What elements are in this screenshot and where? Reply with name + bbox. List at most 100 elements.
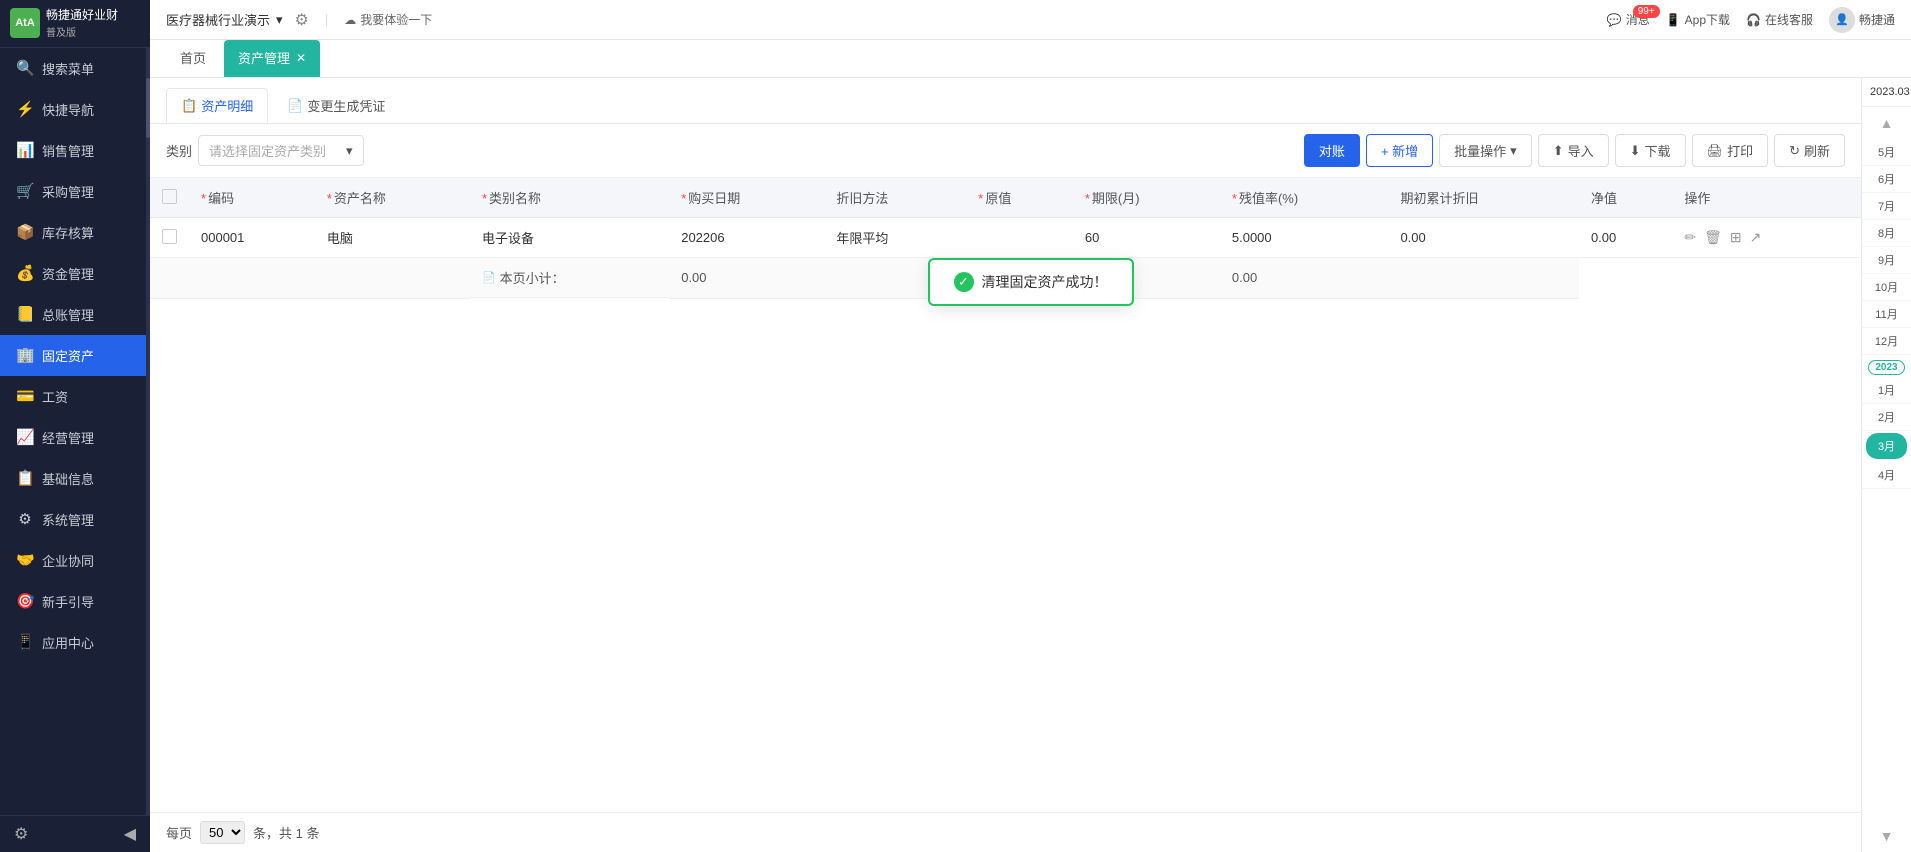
tab-asset-mgmt-close[interactable]: ✕: [296, 51, 306, 65]
header-checkbox[interactable]: [162, 189, 177, 204]
table-header-row: *编码 *资产名称 *类别名称 *购买日期 折旧方法 *原值 *期限(月) *残…: [150, 178, 1861, 218]
panel-month-2022-5月[interactable]: 5月: [1862, 139, 1911, 166]
toolbar: 类别 请选择固定资产类别 ▾ 对账 + 新增 批量操作 ▾: [150, 124, 1861, 178]
per-page-select[interactable]: 50: [200, 821, 245, 844]
sidebar-icon-quick-nav: ⚡: [16, 100, 34, 118]
topbar-gear-icon[interactable]: ⚙: [295, 10, 309, 30]
settings-icon[interactable]: ⚙: [14, 824, 28, 844]
company-selector[interactable]: 医疗器械行业演示 ▾: [166, 10, 283, 29]
header-checkbox-cell: [150, 178, 189, 218]
import-btn[interactable]: ⬆ 导入: [1538, 134, 1609, 167]
panel-up-arrow[interactable]: ▲: [1876, 111, 1898, 135]
pagination: 每页 50 条，共 1 条: [150, 812, 1861, 852]
online-service-btn[interactable]: 🎧 在线客服: [1746, 11, 1813, 28]
app-download-icon: 📱: [1666, 13, 1681, 27]
panel-month-2023-4月[interactable]: 4月: [1862, 462, 1911, 489]
category-placeholder: 请选择固定资产类别: [209, 141, 326, 160]
year-badge-2023: 2023: [1868, 360, 1904, 375]
panel-month-2022-6月[interactable]: 6月: [1862, 166, 1911, 193]
panel-month-2022-12月[interactable]: 12月: [1862, 328, 1911, 355]
logo-title: 畅捷通好业财: [46, 8, 118, 24]
success-message: 清理固定资产成功！: [982, 272, 1108, 292]
print-btn-label: 打印: [1727, 141, 1753, 160]
col-original-value: *原值: [966, 178, 1073, 218]
panel-month-2022-10月[interactable]: 10月: [1862, 274, 1911, 301]
batch-btn[interactable]: 批量操作 ▾: [1439, 134, 1532, 167]
app-download-label: App下载: [1685, 11, 1730, 28]
main-area: 医疗器械行业演示 ▾ ⚙ | ☁ 我要体验一下 💬 消息 99+ 📱 App下载…: [150, 0, 1911, 852]
reconcile-btn[interactable]: 对账: [1304, 134, 1360, 167]
cell-depreciation-0: 年限平均: [824, 218, 966, 258]
print-btn[interactable]: 🖨 打印: [1692, 134, 1769, 167]
sub-tab-change-voucher[interactable]: 📄 变更生成凭证: [272, 88, 400, 123]
sidebar-item-fixed-assets[interactable]: 🏢 固定资产: [0, 335, 146, 376]
sidebar-item-enterprise[interactable]: 🤝 企业协同: [0, 540, 146, 581]
sidebar-item-basic-info[interactable]: 📋 基础信息: [0, 458, 146, 499]
panel-month-2023-1月[interactable]: 1月: [1862, 377, 1911, 404]
sidebar-icon-guide: 🎯: [16, 592, 34, 610]
sidebar-item-payroll[interactable]: 💳 工资: [0, 376, 146, 417]
sidebar-item-system[interactable]: ⚙ 系统管理: [0, 499, 146, 540]
asset-detail-icon: 📋: [181, 98, 197, 114]
sub-tab-asset-detail[interactable]: 📋 资产明细: [166, 88, 268, 123]
sidebar-item-operations[interactable]: 📈 经营管理: [0, 417, 146, 458]
sidebar-label-payroll: 工资: [42, 387, 68, 406]
sidebar-item-ledger[interactable]: 📒 总账管理: [0, 294, 146, 335]
user-profile-btn[interactable]: 👤 畅捷通: [1829, 7, 1895, 33]
panel-month-2022-11月[interactable]: 11月: [1862, 301, 1911, 328]
sidebar-icon-ledger: 📒: [16, 305, 34, 323]
sidebar-item-purchase[interactable]: 🛒 采购管理: [0, 171, 146, 212]
batch-dropdown-icon: ▾: [1510, 143, 1517, 159]
new-btn[interactable]: + 新增: [1366, 134, 1433, 167]
panel-month-2022-7月[interactable]: 7月: [1862, 193, 1911, 220]
col-initial-accum: 期初累计折旧: [1388, 178, 1578, 218]
sidebar-item-sales[interactable]: 📊 销售管理: [0, 130, 146, 171]
tab-home[interactable]: 首页: [166, 40, 220, 77]
company-dropdown-icon: ▾: [276, 12, 283, 28]
panel-year-2023: 2023: [1862, 355, 1911, 377]
tab-asset-mgmt[interactable]: 资产管理 ✕: [224, 40, 320, 77]
delete-icon-0[interactable]: 🗑: [1704, 229, 1722, 246]
sidebar-item-quick-nav[interactable]: ⚡ 快捷导航: [0, 89, 146, 130]
sidebar-icon-system: ⚙: [16, 510, 34, 528]
experience-btn[interactable]: ☁ 我要体验一下: [344, 11, 432, 28]
topbar-right: 💬 消息 99+ 📱 App下载 🎧 在线客服 👤 畅捷通: [1607, 7, 1895, 33]
toolbar-right: 对账 + 新增 批量操作 ▾ ⬆ 导入 ⬇ 下载: [1304, 134, 1845, 167]
download-btn[interactable]: ⬇ 下载: [1615, 134, 1686, 167]
subtotal-net: 0.00: [1220, 258, 1389, 299]
col-residual-rate: *残值率(%): [1220, 178, 1389, 218]
panel-month-2023-2月[interactable]: 2月: [1862, 404, 1911, 431]
subtotal-empty-2: [189, 258, 315, 299]
sidebar-item-search[interactable]: 🔍 搜索菜单: [0, 48, 146, 89]
col-action: 操作: [1672, 178, 1861, 218]
message-badge: 99+: [1633, 5, 1660, 18]
sidebar-item-guide[interactable]: 🎯 新手引导: [0, 581, 146, 622]
copy-icon-0[interactable]: ⊞: [1730, 229, 1742, 246]
sidebar-label-system: 系统管理: [42, 510, 94, 529]
app-download-btn[interactable]: 📱 App下载: [1666, 11, 1730, 28]
panel-down-arrow[interactable]: ▼: [1876, 824, 1898, 848]
panel-month-2022-9月[interactable]: 9月: [1862, 247, 1911, 274]
sidebar-item-inventory[interactable]: 📦 库存核算: [0, 212, 146, 253]
right-panel-header: 2023.03 ✕ ⤢: [1862, 78, 1911, 107]
service-icon: 🎧: [1746, 13, 1761, 27]
experience-text: 我要体验一下: [360, 11, 432, 28]
nav-tabs: 首页 资产管理 ✕: [150, 40, 1911, 78]
panel-up-area: ▲: [1862, 107, 1911, 139]
logo-icon-text: AtA: [15, 17, 35, 29]
refresh-btn[interactable]: ↻ 刷新: [1774, 134, 1845, 167]
panel-month-2022-8月[interactable]: 8月: [1862, 220, 1911, 247]
sidebar-item-funds[interactable]: 💰 资金管理: [0, 253, 146, 294]
panel-month-2023-3月[interactable]: 3月: [1866, 433, 1907, 460]
category-select[interactable]: 请选择固定资产类别 ▾: [198, 135, 364, 166]
more-icon-0[interactable]: ↗: [1750, 229, 1762, 246]
subtotal-empty-6: [1388, 258, 1578, 299]
sidebar-item-app-center[interactable]: 📱 应用中心: [0, 622, 146, 663]
sidebar-label-quick-nav: 快捷导航: [42, 100, 94, 119]
sidebar-icon-enterprise: 🤝: [16, 551, 34, 569]
message-btn[interactable]: 💬 消息 99+: [1607, 11, 1650, 28]
service-label: 在线客服: [1765, 11, 1813, 28]
row-checkbox-0[interactable]: [162, 229, 177, 244]
collapse-icon[interactable]: ◀: [124, 824, 136, 844]
edit-icon-0[interactable]: ✏: [1684, 229, 1696, 246]
